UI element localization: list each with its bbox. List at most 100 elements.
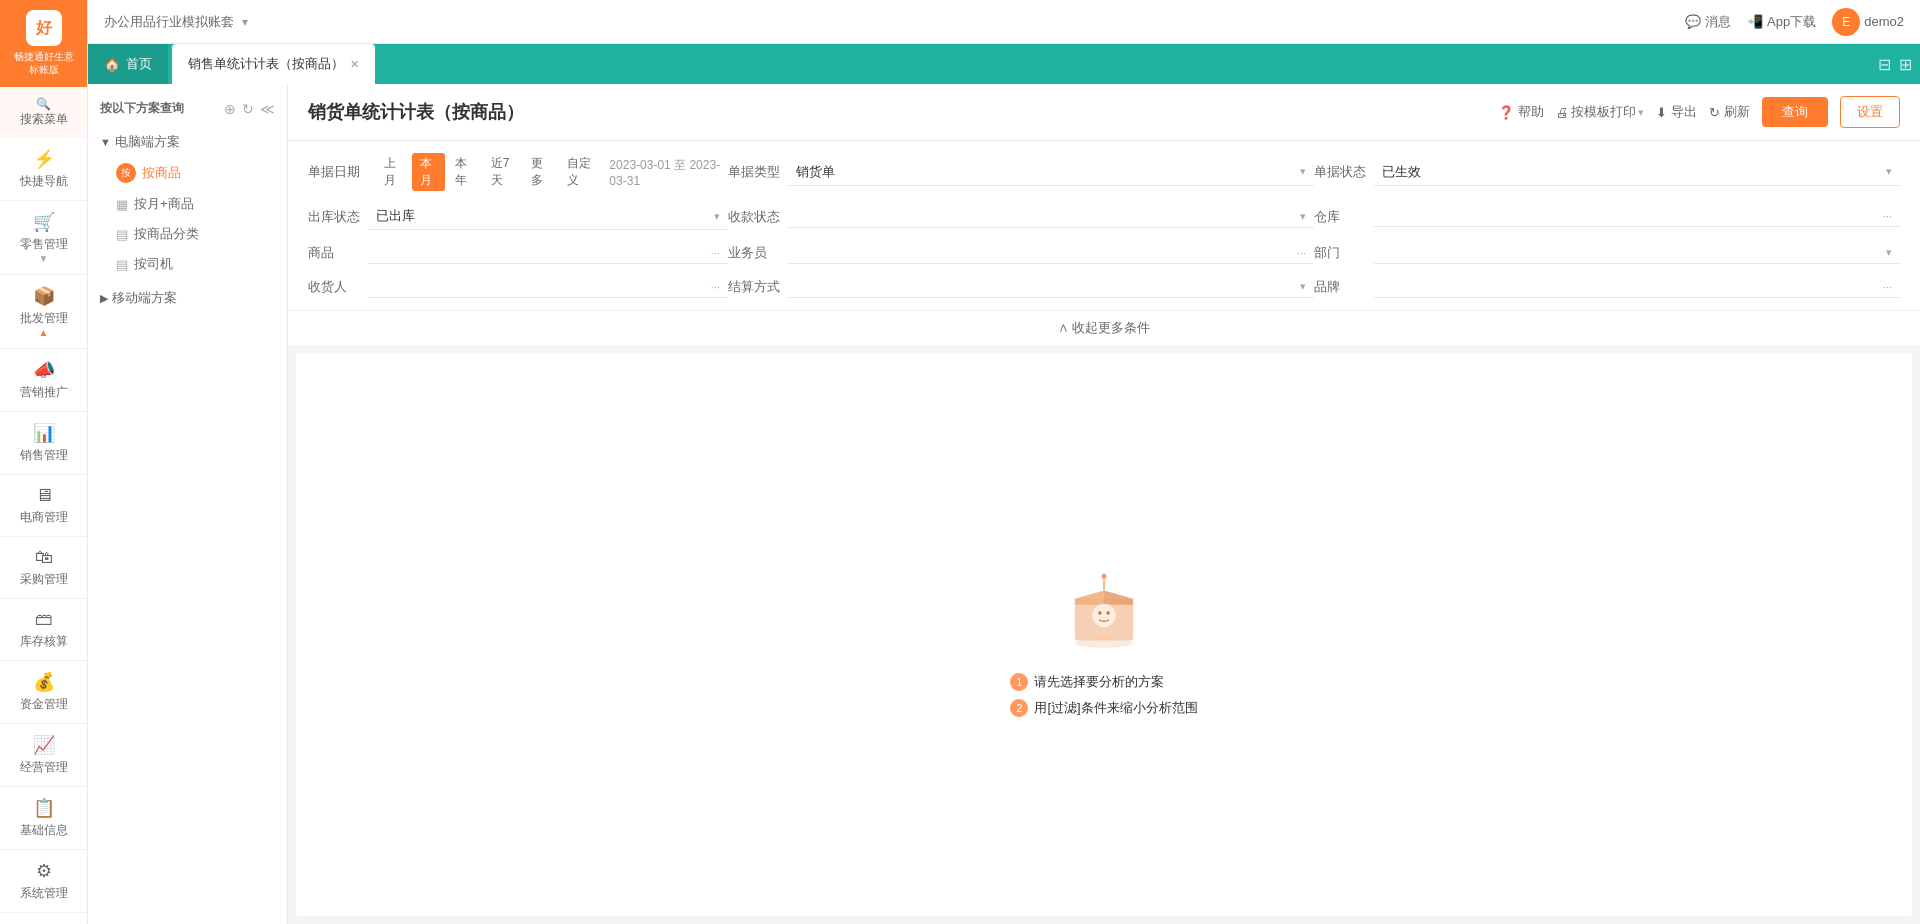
tree-parent-mobile-label: 移动端方案 xyxy=(112,289,177,307)
filter-date-field: 单据日期 上月 本月 本年 近7天 更多 自定义 2023-03-01 至 20… xyxy=(308,153,728,191)
sidebar-item-quick-nav[interactable]: ⚡ 快捷导航 xyxy=(0,138,87,201)
doc-type-arrow: ▾ xyxy=(1300,165,1306,178)
purchase-label: 采购管理 xyxy=(20,571,68,588)
finance-icon: 💰 xyxy=(33,671,55,693)
doc-status-value: 已生效 xyxy=(1382,163,1421,181)
sidebar-item-marketing[interactable]: 📣 营销推广 xyxy=(0,349,87,412)
date-btn-custom[interactable]: 自定义 xyxy=(559,153,601,191)
filter-settle-field: 结算方式 ▾ xyxy=(728,276,1314,298)
tab-sales-stats[interactable]: 销售单统计计表（按商品） ✕ xyxy=(172,44,375,84)
message-btn[interactable]: 💬 消息 xyxy=(1685,13,1731,31)
filter-row-1: 单据日期 上月 本月 本年 近7天 更多 自定义 2023-03-01 至 20… xyxy=(308,153,1900,191)
tree-parent-mobile[interactable]: ▶ 移动端方案 xyxy=(88,283,287,313)
refresh-icon: ↻ xyxy=(1709,105,1720,120)
out-status-select[interactable]: 已出库 ▾ xyxy=(368,203,728,230)
svg-marker-3 xyxy=(1104,590,1133,604)
sidebar-item-inventory[interactable]: 🗃 库存核算 xyxy=(0,599,87,661)
sidebar-item-basic[interactable]: 📋 基础信息 xyxy=(0,787,87,850)
sidebar-item-operation[interactable]: 📈 经营管理 xyxy=(0,724,87,787)
sidebar-item-system[interactable]: ⚙ 系统管理 xyxy=(0,850,87,913)
sidebar-item-collab[interactable]: 🤝 企业协同 xyxy=(0,913,87,924)
out-status-arrow: ▾ xyxy=(714,210,720,223)
page-header: 销货单统计计表（按商品） ❓ 帮助 🖨 按模板打印 ▾ ⬇ 导出 xyxy=(288,84,1920,141)
tree-child-by-category[interactable]: ▤ 按商品分类 xyxy=(88,219,287,249)
goods-select[interactable]: ··· xyxy=(368,243,728,264)
empty-state: 1 请先选择要分析的方案 2 用[过滤]条件来缩小分析范围 xyxy=(296,353,1912,916)
tree-child-by-category-label: 按商品分类 xyxy=(134,225,199,243)
staff-select[interactable]: ··· xyxy=(788,243,1314,264)
warehouse-select[interactable]: ··· xyxy=(1374,206,1900,227)
sidebar-item-retail[interactable]: 🛒 零售管理 ▼ xyxy=(0,201,87,275)
sidebar-item-ecommerce[interactable]: 🖥 电商管理 xyxy=(0,475,87,537)
add-scheme-icon[interactable]: ⊕ xyxy=(224,101,236,117)
filter-dept-field: 部门 ▾ xyxy=(1314,242,1900,264)
receiver-select[interactable]: ··· xyxy=(368,277,728,298)
inventory-label: 库存核算 xyxy=(20,633,68,650)
sidebar-search[interactable]: 🔍 搜索菜单 xyxy=(0,87,87,138)
tabbar: 🏠 首页 销售单统计计表（按商品） ✕ ⊟ ⊞ xyxy=(88,44,1920,84)
user-area[interactable]: E demo2 xyxy=(1832,8,1904,36)
empty-hint-1: 1 请先选择要分析的方案 xyxy=(1010,673,1164,691)
tab-home[interactable]: 🏠 首页 xyxy=(88,44,168,84)
app-download-btn[interactable]: 📲 App下载 xyxy=(1747,13,1816,31)
refresh-btn[interactable]: ↻ 刷新 xyxy=(1709,103,1750,121)
refresh-scheme-icon[interactable]: ↻ xyxy=(242,101,254,117)
filter-warehouse-field: 仓库 ··· xyxy=(1314,206,1900,227)
operation-icon: 📈 xyxy=(33,734,55,756)
date-btn-this-year[interactable]: 本年 xyxy=(447,153,481,191)
date-btn-this-month[interactable]: 本月 xyxy=(412,153,446,191)
goods-dots: ··· xyxy=(711,247,720,259)
export-label: 导出 xyxy=(1671,103,1697,121)
sidebar-item-wholesale[interactable]: 📦 批发管理 ▲ xyxy=(0,275,87,349)
wholesale-label: 批发管理 xyxy=(20,310,68,327)
settle-select[interactable]: ▾ xyxy=(788,276,1314,298)
print-dropdown-icon[interactable]: ▾ xyxy=(1638,106,1644,119)
filter-recv-status-field: 收款状态 ▾ xyxy=(728,206,1314,228)
filter-row-3: 商品 ··· 业务员 ··· 部门 xyxy=(308,242,1900,264)
export-btn[interactable]: ⬇ 导出 xyxy=(1656,103,1697,121)
settle-label: 结算方式 xyxy=(728,278,788,296)
topbar-title: 办公用品行业模拟账套 xyxy=(104,13,234,31)
tree-parent-desktop-label: 电脑端方案 xyxy=(115,133,180,151)
date-btn-more[interactable]: 更多 xyxy=(523,153,557,191)
tree-parent-desktop[interactable]: ▼ 电脑端方案 xyxy=(88,127,287,157)
sidebar-item-purchase[interactable]: 🛍 采购管理 xyxy=(0,537,87,599)
app-sub: 标账版 xyxy=(29,63,59,77)
recv-status-select[interactable]: ▾ xyxy=(788,206,1314,228)
collapse-panel-icon[interactable]: ≪ xyxy=(260,101,275,117)
tab-expand-icon[interactable]: ⊞ xyxy=(1899,55,1912,74)
sidebar-item-finance[interactable]: 💰 资金管理 xyxy=(0,661,87,724)
tree-child-month-goods[interactable]: ▦ 按月+商品 xyxy=(88,189,287,219)
topbar-dropdown-icon[interactable]: ▾ xyxy=(242,15,248,29)
warehouse-label: 仓库 xyxy=(1314,208,1374,226)
inventory-icon: 🗃 xyxy=(35,609,53,630)
tree-child-month-goods-label: 按月+商品 xyxy=(134,195,194,213)
dept-select[interactable]: ▾ xyxy=(1374,242,1900,264)
tree-child-by-goods[interactable]: 按 按商品 xyxy=(88,157,287,189)
help-label: 帮助 xyxy=(1518,103,1544,121)
staff-dots: ··· xyxy=(1297,247,1306,259)
brand-select[interactable]: ··· xyxy=(1374,277,1900,298)
collapse-conditions-btn[interactable]: ∧ 收起更多条件 xyxy=(288,310,1920,345)
date-btn-last-month[interactable]: 上月 xyxy=(376,153,410,191)
tree-child-by-driver[interactable]: ▤ 按司机 xyxy=(88,249,287,279)
doc-status-select[interactable]: 已生效 ▾ xyxy=(1374,159,1900,186)
marketing-icon: 📣 xyxy=(33,359,55,381)
doc-type-select[interactable]: 销货单 ▾ xyxy=(788,159,1314,186)
query-button[interactable]: 查询 xyxy=(1762,97,1828,127)
svg-point-6 xyxy=(1107,611,1110,614)
settings-button[interactable]: 设置 xyxy=(1840,96,1900,128)
sidebar-item-sales[interactable]: 📊 销售管理 xyxy=(0,412,87,475)
dept-arrow: ▾ xyxy=(1886,246,1892,259)
help-btn[interactable]: ❓ 帮助 xyxy=(1498,103,1544,121)
filter-out-status-field: 出库状态 已出库 ▾ xyxy=(308,203,728,230)
collapse-text: ∧ 收起更多条件 xyxy=(1058,320,1151,335)
wholesale-icon: 📦 xyxy=(33,285,55,307)
ecommerce-label: 电商管理 xyxy=(20,509,68,526)
tab-minimize-icon[interactable]: ⊟ xyxy=(1878,55,1891,74)
topbar-left: 办公用品行业模拟账套 ▾ xyxy=(104,13,248,31)
recv-status-arrow: ▾ xyxy=(1300,210,1306,223)
print-btn[interactable]: 🖨 按模板打印 ▾ xyxy=(1556,103,1644,121)
date-btn-7days[interactable]: 近7天 xyxy=(483,153,522,191)
tab-close-icon[interactable]: ✕ xyxy=(350,58,359,71)
